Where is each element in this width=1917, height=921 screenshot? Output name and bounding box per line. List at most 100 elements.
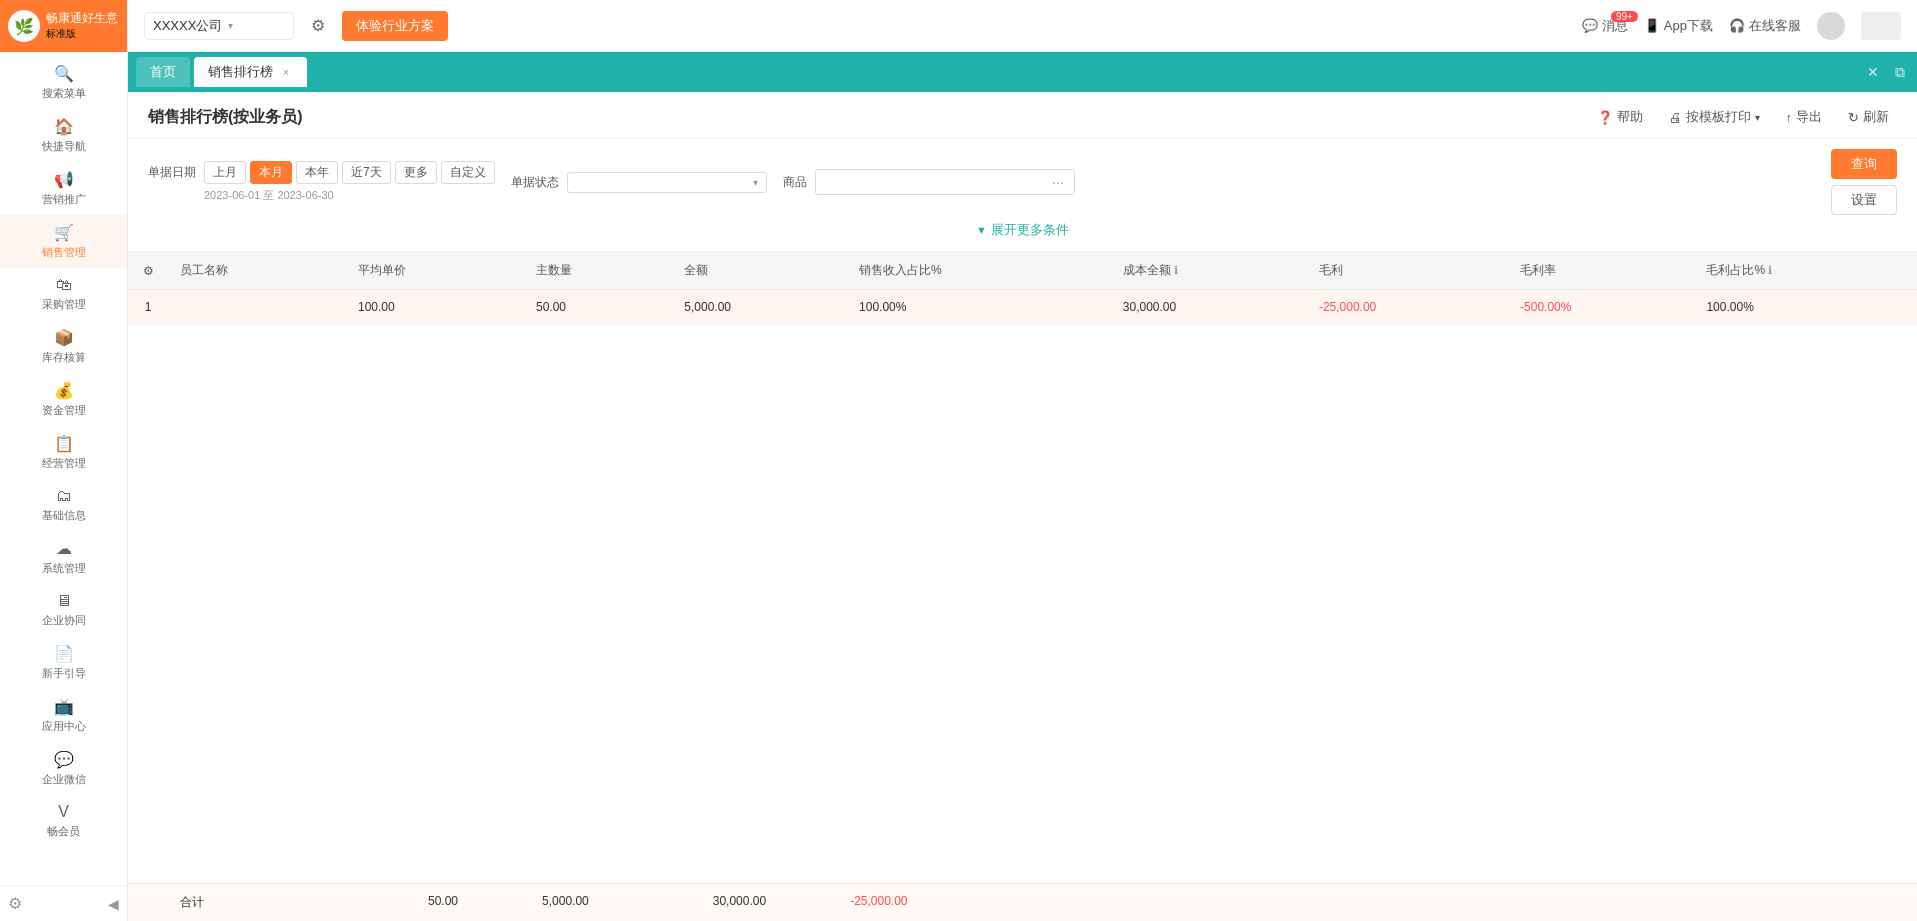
service-icon: 🎧 <box>1729 18 1745 33</box>
sidebar-item-system[interactable]: ☁ 系统管理 <box>0 531 127 584</box>
help-button[interactable]: ❓ 帮助 <box>1589 104 1651 130</box>
company-name: XXXXX公司 <box>153 17 222 35</box>
search-label: 搜索菜单 <box>42 86 86 101</box>
sidebar-item-purchase[interactable]: 🛍 采购管理 <box>0 268 127 320</box>
date-range-display: 2023-06-01 至 2023-06-30 <box>148 188 495 203</box>
user-avatar[interactable] <box>1817 12 1845 40</box>
tab-home[interactable]: 首页 <box>136 57 190 87</box>
col-gross-pct: 毛利占比% ℹ <box>1694 252 1917 290</box>
marketing-icon: 📢 <box>54 170 74 189</box>
tab-sales-ranking-label: 销售排行榜 <box>208 63 273 81</box>
tab-close-icon[interactable]: × <box>279 65 293 79</box>
gross-pct-hint-icon: ℹ <box>1768 264 1772 276</box>
marketing-label: 营销推广 <box>42 192 86 207</box>
topbar: XXXXX公司 ▾ ⚙ 体验行业方案 💬 消息 99+ 📱 App下载 🎧 在线… <box>128 0 1917 52</box>
purchase-icon: 🛍 <box>56 276 72 294</box>
content-area: 销售排行榜(按业务员) ❓ 帮助 🖨 按模板打印 ▾ ↑ 导出 ↻ 刷新 <box>128 92 1917 921</box>
tabbar: 首页 销售排行榜 × ✕ ⧉ <box>128 52 1917 92</box>
print-button[interactable]: 🖨 按模板打印 ▾ <box>1661 104 1768 130</box>
help-icon: ❓ <box>1597 110 1613 125</box>
online-service-action[interactable]: 🎧 在线客服 <box>1729 17 1801 35</box>
operation-icon: 📋 <box>54 434 74 453</box>
search-icon: 🔍 <box>54 64 74 83</box>
cell-name <box>168 290 346 325</box>
sidebar-item-sales[interactable]: 🛒 销售管理 <box>0 215 127 268</box>
tabbar-close-button[interactable]: ✕ <box>1863 60 1883 84</box>
app-center-icon: 📺 <box>54 697 74 716</box>
goods-ellipsis-icon[interactable]: ··· <box>1050 174 1066 190</box>
topbar-gear-button[interactable]: ⚙ <box>304 12 332 40</box>
sidebar-item-operation[interactable]: 📋 经营管理 <box>0 426 127 479</box>
sidebar-item-inventory[interactable]: 📦 库存核算 <box>0 320 127 373</box>
query-button[interactable]: 查询 <box>1831 149 1897 179</box>
print-chevron-icon: ▾ <box>1755 112 1760 123</box>
table-header-row: ⚙ 员工名称 平均单价 主数量 全额 销售收入占比% 成本全额 ℹ 毛利 毛利率… <box>128 252 1917 290</box>
status-chevron-icon: ▾ <box>753 177 758 188</box>
status-label: 单据状态 <box>511 174 559 191</box>
sidebar-item-basic[interactable]: 🗂 基础信息 <box>0 479 127 531</box>
sidebar-item-quick-nav[interactable]: 🏠 快捷导航 <box>0 109 127 162</box>
export-button[interactable]: ↑ 导出 <box>1778 104 1831 130</box>
footer-gross: -25,000.00 <box>838 894 919 911</box>
tab-home-label: 首页 <box>150 63 176 81</box>
sidebar-logo: 🌿 畅康通好生意 标准版 <box>0 0 127 52</box>
sidebar-item-app-center[interactable]: 📺 应用中心 <box>0 689 127 742</box>
app-download-action[interactable]: 📱 App下载 <box>1644 17 1713 35</box>
sidebar-item-wechat[interactable]: 💬 企业微信 <box>0 742 127 795</box>
operation-label: 经营管理 <box>42 456 86 471</box>
company-selector[interactable]: XXXXX公司 ▾ <box>144 12 294 40</box>
purchase-label: 采购管理 <box>42 297 86 312</box>
sidebar-item-search[interactable]: 🔍 搜索菜单 <box>0 56 127 109</box>
tab-sales-ranking[interactable]: 销售排行榜 × <box>194 57 307 87</box>
message-action[interactable]: 💬 消息 99+ <box>1582 17 1628 35</box>
sidebar-item-marketing[interactable]: 📢 营销推广 <box>0 162 127 215</box>
page-header: 销售排行榜(按业务员) ❓ 帮助 🖨 按模板打印 ▾ ↑ 导出 ↻ 刷新 <box>128 92 1917 139</box>
message-badge: 99+ <box>1611 11 1638 22</box>
sidebar-item-finance[interactable]: 💰 资金管理 <box>0 373 127 426</box>
system-icon: ☁ <box>56 539 72 558</box>
expand-more-icon: ▼ <box>976 224 987 236</box>
cell-gross-pct: 100.00% <box>1694 290 1917 325</box>
member-label: 畅会员 <box>47 824 80 839</box>
date-btn-this-month[interactable]: 本月 <box>250 161 292 184</box>
filter-row: 单据日期 上月 本月 本年 近7天 更多 自定义 2023-06-01 至 20… <box>148 149 1897 215</box>
status-filter-item: 单据状态 ▾ <box>511 172 767 193</box>
status-select[interactable]: ▾ <box>567 172 767 193</box>
topbar-right: 💬 消息 99+ 📱 App下载 🎧 在线客服 <box>1582 12 1901 40</box>
date-btn-last-month[interactable]: 上月 <box>204 161 246 184</box>
sidebar-collapse-icon[interactable]: ◀ <box>108 896 119 912</box>
date-btn-more[interactable]: 更多 <box>395 161 437 184</box>
corp-label: 企业协同 <box>42 613 86 628</box>
tabbar-maximize-button[interactable]: ⧉ <box>1891 60 1909 85</box>
guide-label: 新手引导 <box>42 666 86 681</box>
footer-cost: 30,000.00 <box>701 894 778 911</box>
sidebar-item-corp[interactable]: 🖥 企业协同 <box>0 584 127 636</box>
filter-settings-button[interactable]: 设置 <box>1831 185 1897 215</box>
user-name-area[interactable] <box>1861 12 1901 40</box>
logo-text-block: 畅康通好生意 标准版 <box>46 11 118 41</box>
sidebar-item-member[interactable]: V 畅会员 <box>0 795 127 847</box>
goods-input[interactable]: ··· <box>815 169 1075 195</box>
col-name: 员工名称 <box>168 252 346 290</box>
cell-cost: 30,000.00 <box>1111 290 1307 325</box>
col-main-qty: 主数量 <box>524 252 672 290</box>
page-actions: ❓ 帮助 🖨 按模板打印 ▾ ↑ 导出 ↻ 刷新 <box>1589 104 1898 130</box>
wechat-label: 企业微信 <box>42 772 86 787</box>
data-table: ⚙ 员工名称 平均单价 主数量 全额 销售收入占比% 成本全额 ℹ 毛利 毛利率… <box>128 252 1917 325</box>
date-buttons: 上月 本月 本年 近7天 更多 自定义 <box>204 161 495 184</box>
refresh-button[interactable]: ↻ 刷新 <box>1840 104 1897 130</box>
date-btn-7days[interactable]: 近7天 <box>342 161 391 184</box>
sidebar-item-guide[interactable]: 📄 新手引导 <box>0 636 127 689</box>
sidebar-gear-icon[interactable]: ⚙ <box>8 894 22 913</box>
quick-nav-icon: 🏠 <box>54 117 74 136</box>
app-icon: 📱 <box>1644 18 1660 33</box>
date-btn-custom[interactable]: 自定义 <box>441 161 495 184</box>
cell-amount: 5,000.00 <box>672 290 847 325</box>
print-label: 按模板打印 <box>1686 108 1751 126</box>
trial-button[interactable]: 体验行业方案 <box>342 11 448 41</box>
basic-icon: 🗂 <box>56 487 72 505</box>
tabbar-actions: ✕ ⧉ <box>1863 60 1909 85</box>
date-btn-this-year[interactable]: 本年 <box>296 161 338 184</box>
footer-label: 合计 <box>140 894 216 911</box>
expand-more-row[interactable]: ▼ 展开更多条件 <box>148 215 1897 241</box>
